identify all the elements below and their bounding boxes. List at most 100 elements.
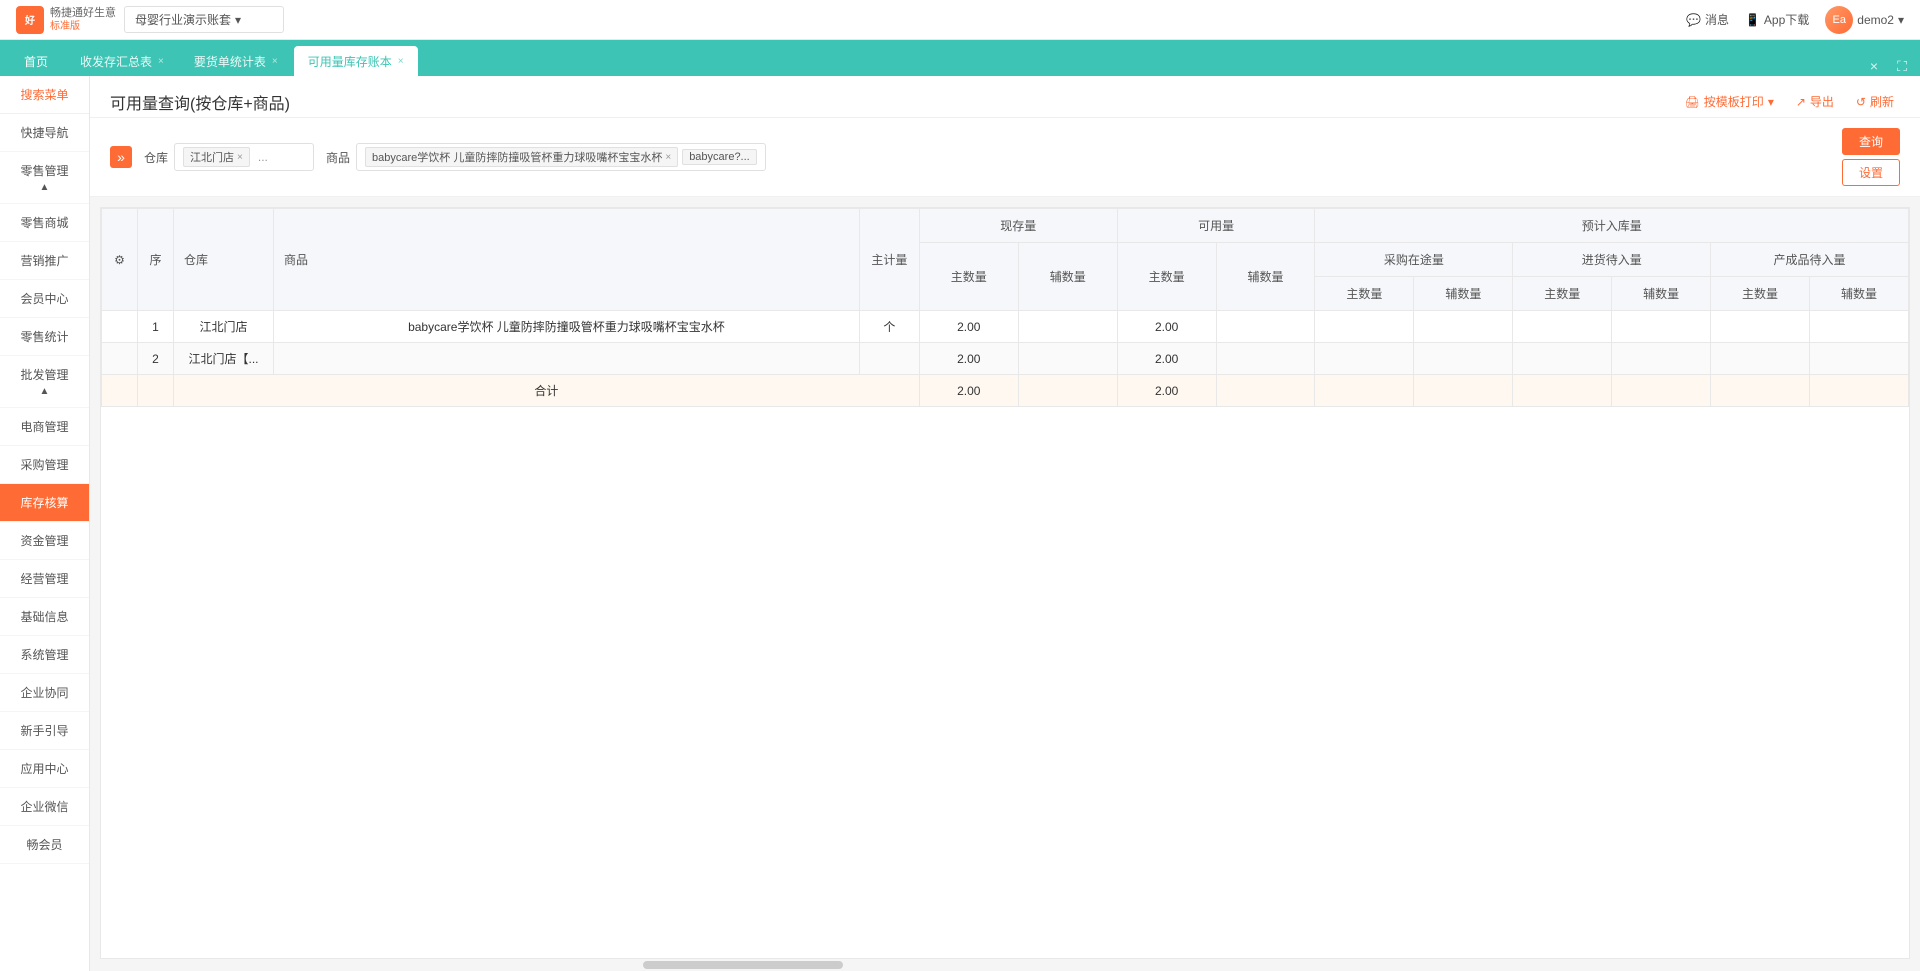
query-btn[interactable]: 查询: [1842, 128, 1900, 155]
table-row: 1 江北门店 babycare学饮杯 儿童防摔防撞吸管杯重力球吸嘴杯宝宝水杯 个…: [102, 311, 1909, 343]
sidebar-item-quick-nav[interactable]: 快捷导航: [0, 114, 89, 152]
row2-available-main: 2.00: [1117, 343, 1216, 375]
top-bar-left: 好 畅捷通好生意 标准版 母婴行业演示账套 ▾: [16, 6, 284, 34]
print-btn[interactable]: 🖨 按模板打印 ▾: [1679, 89, 1780, 114]
row1-available-aux: [1216, 311, 1315, 343]
footer-current-main: 2.00: [919, 375, 1018, 407]
product-input[interactable]: babycare学饮杯 儿童防摔防撞吸管杯重力球吸嘴杯宝宝水杯 × babyca…: [356, 143, 766, 171]
th-available-aux: 辅数量: [1216, 243, 1315, 311]
warehouse-more-indicator[interactable]: ...: [254, 150, 272, 164]
sidebar-item-retail-mall[interactable]: 零售商城: [0, 204, 89, 242]
filter-bar: » 仓库 江北门店 × ... 商品 babycare学饮杯 儿童防摔防撞吸管杯…: [90, 118, 1920, 197]
sidebar-item-wechat-work[interactable]: 企业微信: [0, 788, 89, 826]
row1-finished-main: [1711, 311, 1810, 343]
sidebar-item-basics[interactable]: 基础信息: [0, 598, 89, 636]
sidebar: 搜索菜单 快捷导航 零售管理 ▲ 零售商城 营销推广 会员中心 零售统计 批发管…: [0, 76, 90, 971]
warehouse-input[interactable]: 江北门店 × ...: [174, 143, 314, 171]
sidebar-item-system[interactable]: 系统管理: [0, 636, 89, 674]
sidebar-search[interactable]: 搜索菜单: [0, 76, 89, 114]
message-btn[interactable]: 💬 消息: [1686, 11, 1729, 28]
th-goods-arriving: 进货待入量: [1513, 243, 1711, 277]
row2-available-aux: [1216, 343, 1315, 375]
message-icon: 💬: [1686, 13, 1701, 27]
export-icon: ↗: [1796, 95, 1806, 109]
user-dropdown-icon: ▾: [1898, 13, 1904, 27]
scrollbar-thumb[interactable]: [643, 961, 843, 969]
fullscreen-btn[interactable]: ⛶: [1892, 56, 1912, 76]
industry-selector[interactable]: 母婴行业演示账套 ▾: [124, 6, 284, 33]
th-settings[interactable]: ⚙: [102, 209, 138, 311]
tab-close-available-stock[interactable]: ×: [398, 56, 404, 67]
refresh-btn[interactable]: ↺ 刷新: [1850, 89, 1900, 114]
filter-actions: 查询 设置: [1842, 128, 1900, 186]
top-bar-right: 💬 消息 📱 App下载 Ea demo2 ▾: [1686, 6, 1904, 34]
th-available: 可用量: [1117, 209, 1315, 243]
row2-current-aux: [1018, 343, 1117, 375]
horizontal-scrollbar[interactable]: [100, 959, 1910, 971]
settings-btn[interactable]: 设置: [1842, 159, 1900, 186]
sidebar-item-procurement[interactable]: 采购管理: [0, 446, 89, 484]
tab-close-order-stats[interactable]: ×: [272, 56, 278, 67]
row1-goods-aux: [1612, 311, 1711, 343]
row1-product: babycare学饮杯 儿童防摔防撞吸管杯重力球吸嘴杯宝宝水杯: [274, 311, 860, 343]
row2-purchase-aux: [1414, 343, 1513, 375]
tab-close-receipts[interactable]: ×: [158, 56, 164, 67]
footer-label: 合计: [174, 375, 920, 407]
tab-order-stats[interactable]: 要货单统计表 ×: [180, 46, 292, 76]
sidebar-item-finance[interactable]: 资金管理: [0, 522, 89, 560]
sidebar-item-enterprise[interactable]: 企业协同: [0, 674, 89, 712]
th-goods-aux: 辅数量: [1612, 277, 1711, 311]
sidebar-item-operations[interactable]: 经营管理: [0, 560, 89, 598]
tab-home[interactable]: 首页: [8, 46, 64, 76]
close-all-tabs-btn[interactable]: ×: [1864, 56, 1884, 76]
sidebar-item-inventory[interactable]: 库存核算: [0, 484, 89, 522]
th-purchase-in-transit: 采购在途量: [1315, 243, 1513, 277]
export-btn[interactable]: ↗ 导出: [1790, 89, 1840, 114]
content-area: 可用量查询(按仓库+商品) 🖨 按模板打印 ▾ ↗ 导出 ↺ 刷新 »: [90, 76, 1920, 971]
sidebar-item-app-center[interactable]: 应用中心: [0, 750, 89, 788]
sidebar-item-ecommerce[interactable]: 电商管理: [0, 408, 89, 446]
table-row: 2 江北门店【... 2.00 2.00: [102, 343, 1909, 375]
tab-available-stock[interactable]: 可用量库存账本 ×: [294, 46, 418, 76]
row2-current-main: 2.00: [919, 343, 1018, 375]
table-footer-row: 合计 2.00 2.00: [102, 375, 1909, 407]
th-unit: 主计量: [859, 209, 919, 311]
footer-available-main: 2.00: [1117, 375, 1216, 407]
th-product: 商品: [274, 209, 860, 311]
settings-gear-icon: ⚙: [114, 253, 125, 267]
logo-icon: 好: [16, 6, 44, 34]
row1-purchase-aux: [1414, 311, 1513, 343]
sidebar-item-new-guide[interactable]: 新手引导: [0, 712, 89, 750]
row2-goods-aux: [1612, 343, 1711, 375]
app-download-icon: 📱: [1745, 13, 1760, 27]
expand-btn[interactable]: »: [110, 146, 132, 168]
app-download-btn[interactable]: 📱 App下载: [1745, 11, 1809, 28]
sidebar-item-member[interactable]: 会员中心: [0, 280, 89, 318]
sidebar-item-vip[interactable]: 畅会员: [0, 826, 89, 864]
row2-goods-main: [1513, 343, 1612, 375]
th-warehouse: 仓库: [174, 209, 274, 311]
sidebar-arrow-retail: ▲: [40, 182, 50, 193]
product-tag-0: babycare学饮杯 儿童防摔防撞吸管杯重力球吸嘴杯宝宝水杯 ×: [365, 147, 678, 167]
product-tag-0-remove[interactable]: ×: [665, 152, 671, 163]
th-goods-main: 主数量: [1513, 277, 1612, 311]
row2-finished-main: [1711, 343, 1810, 375]
th-finished-products: 产成品待入量: [1711, 243, 1909, 277]
row1-purchase-main: [1315, 311, 1414, 343]
th-current-aux: 辅数量: [1018, 243, 1117, 311]
sidebar-item-retail-stats[interactable]: 零售统计: [0, 318, 89, 356]
sidebar-item-marketing[interactable]: 营销推广: [0, 242, 89, 280]
th-available-main: 主数量: [1117, 243, 1216, 311]
warehouse-tag: 江北门店 ×: [183, 147, 250, 167]
row2-unit: [859, 343, 919, 375]
top-bar: 好 畅捷通好生意 标准版 母婴行业演示账套 ▾ 💬 消息 📱 App下载 Ea …: [0, 0, 1920, 40]
th-expected-in: 预计入库量: [1315, 209, 1909, 243]
tab-receipts[interactable]: 收发存汇总表 ×: [66, 46, 178, 76]
sidebar-item-wholesale[interactable]: 批发管理 ▲: [0, 356, 89, 408]
sidebar-item-retail[interactable]: 零售管理 ▲: [0, 152, 89, 204]
user-profile[interactable]: Ea demo2 ▾: [1825, 6, 1904, 34]
warehouse-tag-remove[interactable]: ×: [237, 152, 243, 163]
refresh-icon: ↺: [1856, 95, 1866, 109]
row1-warehouse: 江北门店: [174, 311, 274, 343]
product-filter-group: 商品 babycare学饮杯 儿童防摔防撞吸管杯重力球吸嘴杯宝宝水杯 × bab…: [326, 143, 766, 171]
